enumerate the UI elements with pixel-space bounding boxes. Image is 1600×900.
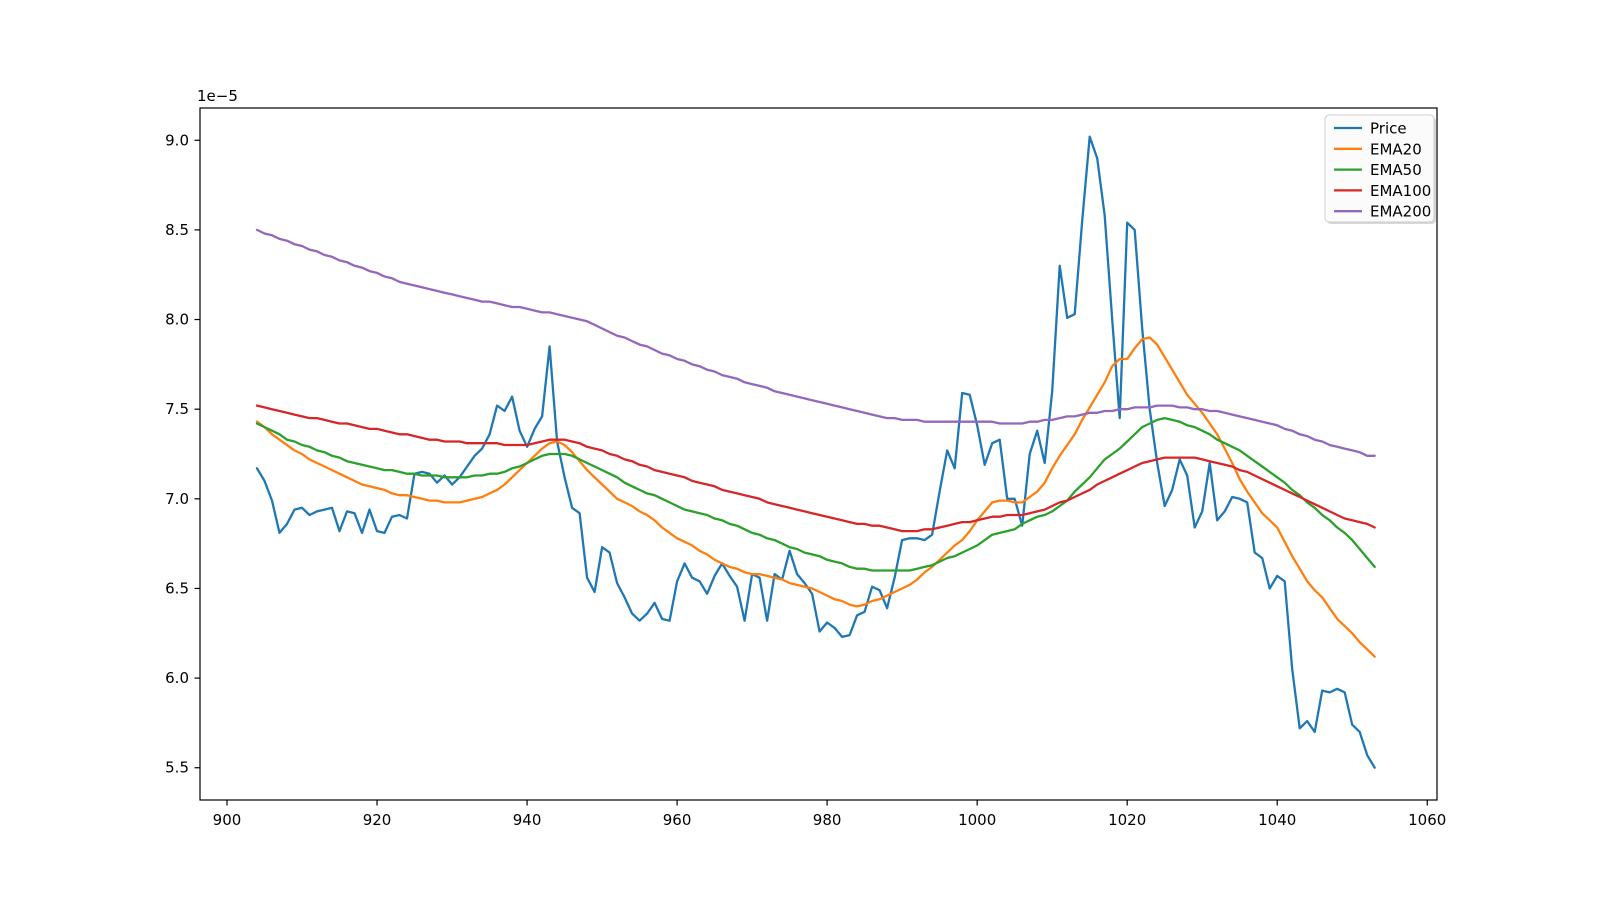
x-tick-label: 1020 <box>1108 811 1146 829</box>
y-tick-label: 6.0 <box>165 669 189 687</box>
x-tick-label: 980 <box>813 811 842 829</box>
legend-label-ema50: EMA50 <box>1370 161 1422 179</box>
y-tick-label: 8.5 <box>165 221 189 239</box>
legend-label-ema200: EMA200 <box>1370 203 1431 221</box>
x-tick-label: 1040 <box>1258 811 1296 829</box>
legend-label-ema100: EMA100 <box>1370 182 1431 200</box>
x-tick-label: 900 <box>213 811 242 829</box>
y-tick-label: 6.5 <box>165 579 189 597</box>
legend-label-price: Price <box>1370 120 1407 138</box>
x-tick-label: 960 <box>663 811 692 829</box>
y-tick-label: 9.0 <box>165 131 189 149</box>
legend-label-ema20: EMA20 <box>1370 140 1422 158</box>
figure-canvas: 900 920 940 960 980 1000 1020 1040 1060 5.5 6.0 6.5… <box>0 0 1600 900</box>
x-tick-label: 1060 <box>1408 811 1446 829</box>
y-tick-label: 7.5 <box>165 400 189 418</box>
y-axis-offset-label: 1e−5 <box>197 87 238 105</box>
x-tick-label: 1000 <box>958 811 996 829</box>
line-chart: 900 920 940 960 980 1000 1020 1040 1060 5.5 6.0 6.5… <box>0 0 1600 900</box>
y-tick-label: 7.0 <box>165 490 189 508</box>
x-tick-label: 940 <box>513 811 542 829</box>
y-tick-label: 5.5 <box>165 759 189 777</box>
y-tick-label: 8.0 <box>165 311 189 329</box>
x-tick-label: 920 <box>363 811 392 829</box>
